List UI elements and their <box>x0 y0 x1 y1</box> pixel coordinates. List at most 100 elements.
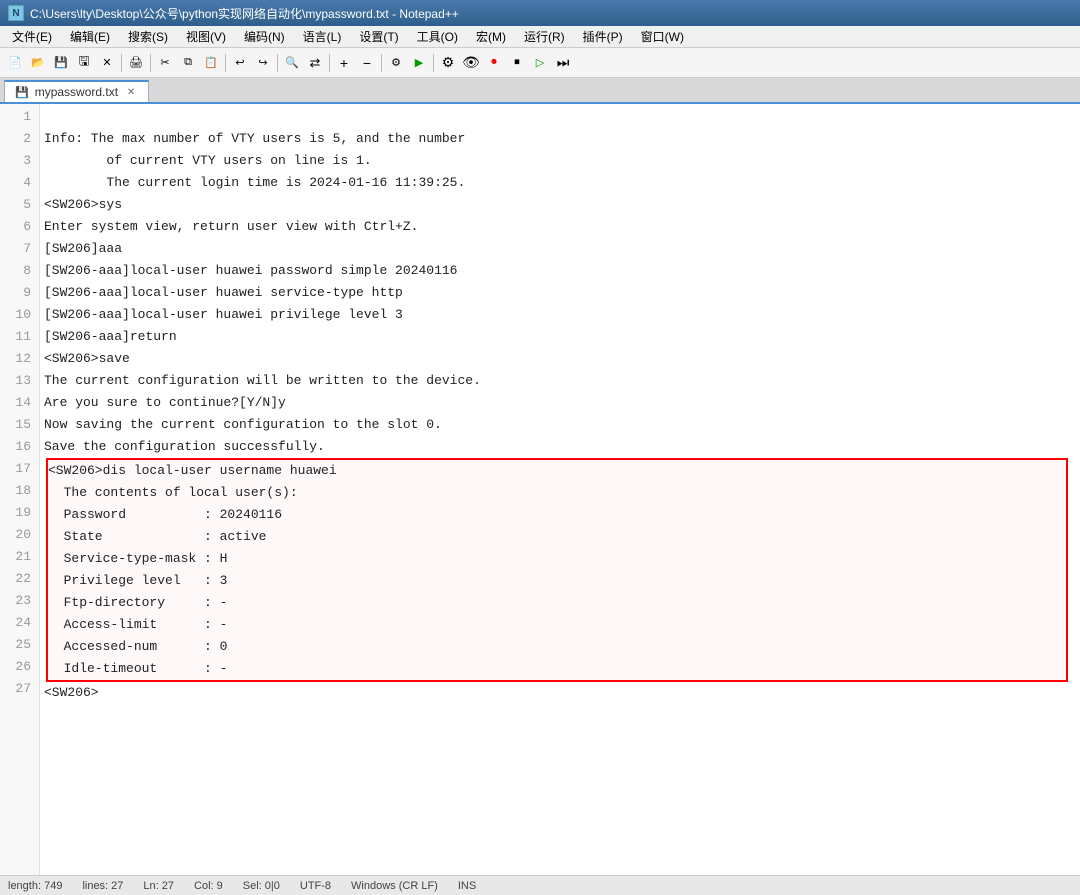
menu-search[interactable]: 搜索(S) <box>120 26 176 47</box>
macro-button[interactable]: ⚙ <box>385 52 407 74</box>
menu-bar: 文件(E) 编辑(E) 搜索(S) 视图(V) 编码(N) 语言(L) 设置(T… <box>0 26 1080 48</box>
code-line: of current VTY users on line is 1. <box>44 150 1076 172</box>
toolbar-separator-4 <box>277 54 278 72</box>
menu-macro[interactable]: 宏(M) <box>468 26 514 47</box>
status-ln: Ln: 27 <box>143 880 174 892</box>
status-line-ending: Windows (CR LF) <box>351 880 438 892</box>
code-line: Now saving the current configuration to … <box>44 414 1076 436</box>
line-number: 6 <box>4 216 31 238</box>
toolbar-separator-5 <box>329 54 330 72</box>
line-numbers: 1234567891011121314151617181920212223242… <box>0 104 40 875</box>
line-number: 4 <box>4 172 31 194</box>
code-line: The current configuration will be writte… <box>44 370 1076 392</box>
replace-button[interactable]: ⇄ <box>304 52 326 74</box>
code-line: <SW206>dis local-user username huawei <box>48 460 1066 482</box>
code-line: The contents of local user(s): <box>48 482 1066 504</box>
code-line: [SW206]aaa <box>44 238 1076 260</box>
code-line: Accessed-num : 0 <box>48 636 1066 658</box>
line-number: 1 <box>4 106 31 128</box>
menu-edit[interactable]: 编辑(E) <box>62 26 118 47</box>
stop-button[interactable]: ⏹ <box>506 52 528 74</box>
line-number: 7 <box>4 238 31 260</box>
close-file-button[interactable]: ✕ <box>96 52 118 74</box>
line-number: 17 <box>4 458 31 480</box>
tab-close-button[interactable]: ✕ <box>124 85 138 99</box>
copy-button[interactable]: ⧉ <box>177 52 199 74</box>
line-number: 3 <box>4 150 31 172</box>
highlighted-section: <SW206>dis local-user username huawei Th… <box>46 458 1068 682</box>
title-bar-text: C:\Users\lty\Desktop\公众号\python实现网络自动化\m… <box>30 5 459 22</box>
menu-encoding[interactable]: 编码(N) <box>236 26 293 47</box>
status-lines: lines: 27 <box>82 880 123 892</box>
zoom-in-button[interactable]: + <box>333 52 355 74</box>
find-button[interactable]: 🔍 <box>281 52 303 74</box>
status-encoding: UTF-8 <box>300 880 331 892</box>
status-bar: length: 749 lines: 27 Ln: 27 Col: 9 Sel:… <box>0 875 1080 895</box>
print-button[interactable]: 🖨 <box>125 52 147 74</box>
line-number: 14 <box>4 392 31 414</box>
play-button[interactable]: ▷ <box>529 52 551 74</box>
zoom-out-button[interactable]: − <box>356 52 378 74</box>
code-line: Info: The max number of VTY users is 5, … <box>44 128 1076 150</box>
code-line: Save the configuration successfully. <box>44 436 1076 458</box>
save-file-button[interactable]: 💾 <box>50 52 72 74</box>
menu-plugins[interactable]: 插件(P) <box>575 26 631 47</box>
line-number: 16 <box>4 436 31 458</box>
next-button[interactable]: ⏭ <box>552 52 574 74</box>
line-number: 5 <box>4 194 31 216</box>
code-line: [SW206-aaa]return <box>44 326 1076 348</box>
toolbar-separator-3 <box>225 54 226 72</box>
status-length: length: 749 <box>8 880 62 892</box>
code-line: Service-type-mask : H <box>48 548 1066 570</box>
line-number: 10 <box>4 304 31 326</box>
toolbar-separator-7 <box>433 54 434 72</box>
code-line: [SW206-aaa]local-user huawei privilege l… <box>44 304 1076 326</box>
undo-button[interactable]: ↩ <box>229 52 251 74</box>
code-line: State : active <box>48 526 1066 548</box>
code-line: The current login time is 2024-01-16 11:… <box>44 172 1076 194</box>
line-number: 27 <box>4 678 31 700</box>
toolbar-separator-2 <box>150 54 151 72</box>
code-line: Enter system view, return user view with… <box>44 216 1076 238</box>
line-number: 21 <box>4 546 31 568</box>
toolbar: 📄 📂 💾 🖫 ✕ 🖨 ✂ ⧉ 📋 ↩ ↪ 🔍 ⇄ + − ⚙ ▶ ⚙ 👁 ⏺ … <box>0 48 1080 78</box>
eye-button[interactable]: 👁 <box>460 52 482 74</box>
app-icon: N <box>8 5 24 21</box>
code-line: Password : 20240116 <box>48 504 1066 526</box>
redo-button[interactable]: ↪ <box>252 52 274 74</box>
menu-file[interactable]: 文件(E) <box>4 26 60 47</box>
open-file-button[interactable]: 📂 <box>27 52 49 74</box>
tab-bar: 💾 mypassword.txt ✕ <box>0 78 1080 104</box>
line-number: 9 <box>4 282 31 304</box>
code-line: [SW206-aaa]local-user huawei service-typ… <box>44 282 1076 304</box>
menu-settings[interactable]: 设置(T) <box>351 26 406 47</box>
line-number: 15 <box>4 414 31 436</box>
line-number: 19 <box>4 502 31 524</box>
settings-button[interactable]: ⚙ <box>437 52 459 74</box>
new-file-button[interactable]: 📄 <box>4 52 26 74</box>
tab-mypassword[interactable]: 💾 mypassword.txt ✕ <box>4 80 149 102</box>
save-all-button[interactable]: 🖫 <box>73 52 95 74</box>
code-line: Are you sure to continue?[Y/N]y <box>44 392 1076 414</box>
code-content[interactable]: Info: The max number of VTY users is 5, … <box>40 104 1080 875</box>
line-number: 2 <box>4 128 31 150</box>
toolbar-separator-1 <box>121 54 122 72</box>
line-number: 20 <box>4 524 31 546</box>
code-line: Access-limit : - <box>48 614 1066 636</box>
line-number: 22 <box>4 568 31 590</box>
paste-button[interactable]: 📋 <box>200 52 222 74</box>
code-line: Privilege level : 3 <box>48 570 1066 592</box>
run-button[interactable]: ▶ <box>408 52 430 74</box>
menu-language[interactable]: 语言(L) <box>295 26 350 47</box>
code-line: [SW206-aaa]local-user huawei password si… <box>44 260 1076 282</box>
menu-view[interactable]: 视图(V) <box>178 26 234 47</box>
cut-button[interactable]: ✂ <box>154 52 176 74</box>
line-number: 8 <box>4 260 31 282</box>
menu-run[interactable]: 运行(R) <box>516 26 573 47</box>
title-bar: N C:\Users\lty\Desktop\公众号\python实现网络自动化… <box>0 0 1080 26</box>
line-number: 24 <box>4 612 31 634</box>
record-button[interactable]: ⏺ <box>483 52 505 74</box>
menu-window[interactable]: 窗口(W) <box>633 26 692 47</box>
menu-tools[interactable]: 工具(O) <box>409 26 466 47</box>
line-number: 11 <box>4 326 31 348</box>
